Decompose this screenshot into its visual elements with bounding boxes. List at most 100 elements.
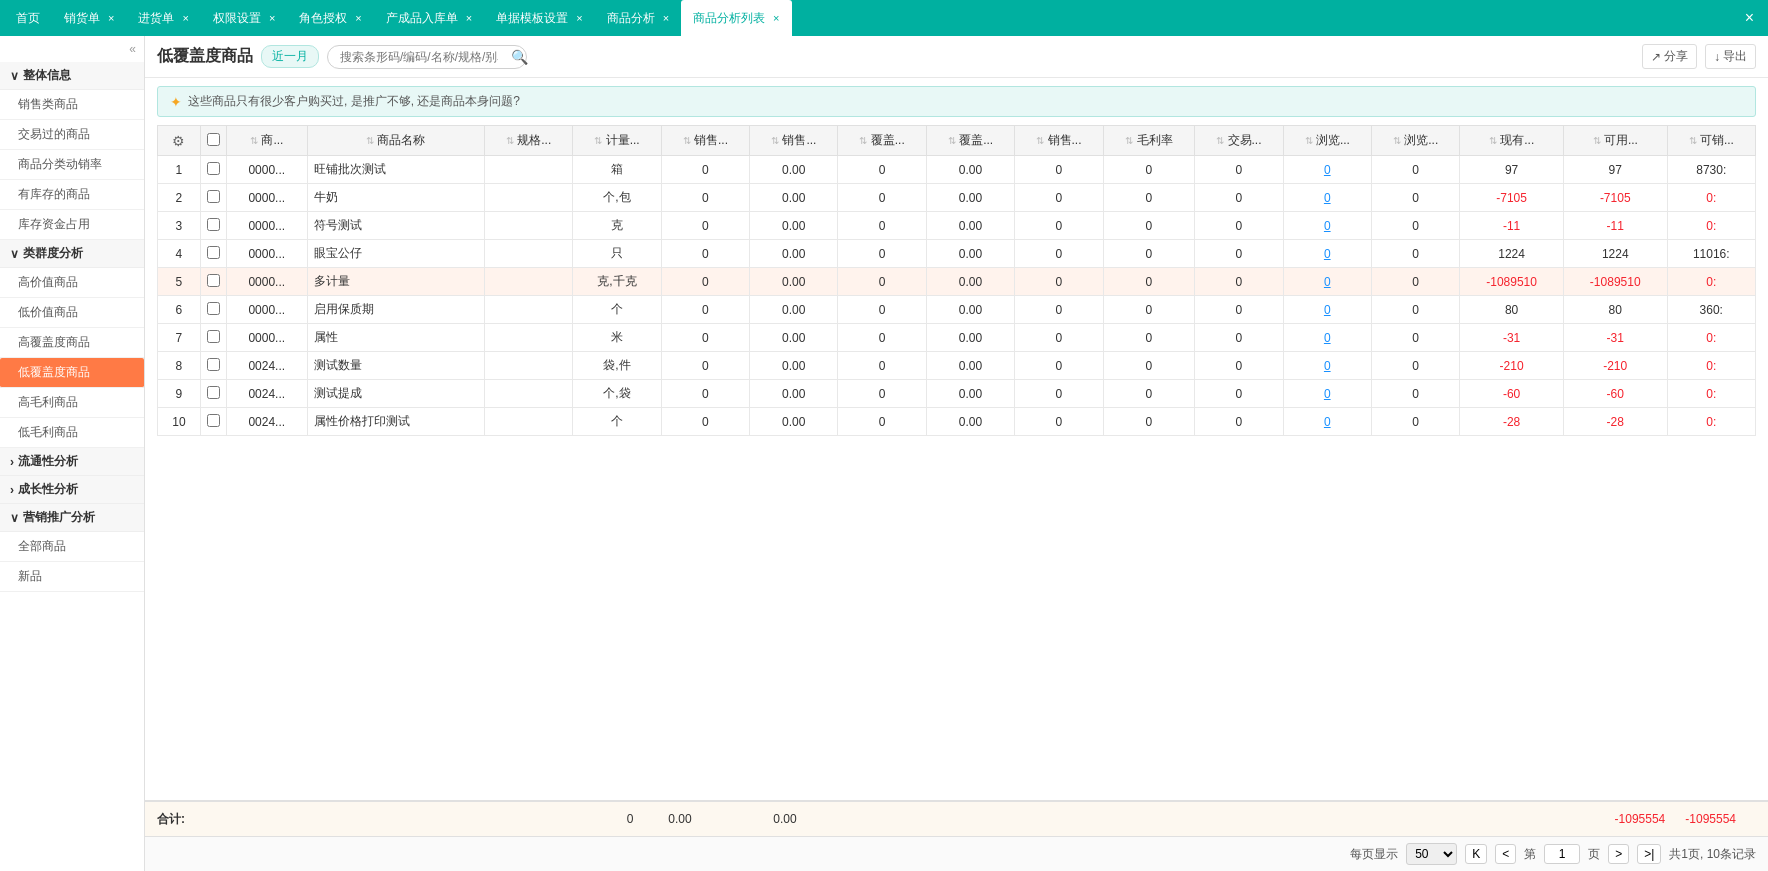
cell-browse1[interactable]: 0	[1283, 296, 1371, 324]
sidebar-group-liquidity[interactable]: › 流通性分析	[0, 448, 144, 476]
sidebar-group-marketing[interactable]: ∨ 营销推广分析	[0, 504, 144, 532]
nav-doc-template-close[interactable]: ×	[576, 0, 582, 36]
nav-product-analysis-list[interactable]: 商品分析列表 ×	[681, 0, 791, 36]
table-row: 7 0000... 属性 米 0 0.00 0 0.00 0 0 0 0 0 -…	[158, 324, 1756, 352]
cell-checkbox[interactable]	[200, 184, 226, 212]
sidebar-item-all-goods[interactable]: 全部商品	[0, 532, 144, 562]
nav-permissions[interactable]: 权限设置 ×	[201, 0, 287, 36]
select-all-checkbox[interactable]	[207, 133, 220, 146]
cell-browse1[interactable]: 0	[1283, 268, 1371, 296]
th-name: ⇅ 商品名称	[307, 126, 484, 156]
sidebar-group-class-analysis[interactable]: ∨ 类群度分析	[0, 240, 144, 268]
row-checkbox[interactable]	[207, 274, 220, 287]
cell-browse1[interactable]: 0	[1283, 156, 1371, 184]
nav-close-all[interactable]: ×	[1735, 9, 1764, 27]
sidebar-item-low-coverage[interactable]: 低覆盖度商品	[0, 358, 144, 388]
cell-num: 7	[158, 324, 201, 352]
footer-last-btn[interactable]: >|	[1637, 844, 1661, 864]
cell-checkbox[interactable]	[200, 380, 226, 408]
cell-num: 5	[158, 268, 201, 296]
cell-current: -7105	[1460, 184, 1564, 212]
cell-name: 多计量	[307, 268, 484, 296]
cell-checkbox[interactable]	[200, 212, 226, 240]
chevron-down-icon5: ∨	[10, 511, 19, 525]
nav-sales-close[interactable]: ×	[108, 0, 114, 36]
sidebar-item-high-value[interactable]: 高价值商品	[0, 268, 144, 298]
nav-doc-template[interactable]: 单据模板设置 ×	[484, 0, 594, 36]
row-checkbox[interactable]	[207, 358, 220, 371]
sidebar-item-sales-goods[interactable]: 销售类商品	[0, 90, 144, 120]
cell-trade: 0	[1195, 408, 1283, 436]
row-checkbox[interactable]	[207, 246, 220, 259]
row-checkbox[interactable]	[207, 330, 220, 343]
cell-code: 0000...	[226, 212, 307, 240]
sidebar-item-low-value[interactable]: 低价值商品	[0, 298, 144, 328]
share-button[interactable]: ↗ 分享	[1642, 44, 1697, 69]
cell-checkbox[interactable]	[200, 156, 226, 184]
nav-product-inbound[interactable]: 产成品入库单 ×	[374, 0, 484, 36]
th-settings[interactable]: ⚙	[158, 126, 201, 156]
cell-browse1[interactable]: 0	[1283, 408, 1371, 436]
row-checkbox[interactable]	[207, 414, 220, 427]
footer-per-page-select[interactable]: 50 20 100 200	[1406, 843, 1457, 865]
cell-checkbox[interactable]	[200, 324, 226, 352]
nav-product-inbound-close[interactable]: ×	[466, 0, 472, 36]
sidebar-group-growth[interactable]: › 成长性分析	[0, 476, 144, 504]
footer-first-btn[interactable]: K	[1465, 844, 1487, 864]
sidebar-item-traded-goods[interactable]: 交易过的商品	[0, 120, 144, 150]
nav-role-auth[interactable]: 角色授权 ×	[287, 0, 373, 36]
nav-role-auth-close[interactable]: ×	[355, 0, 361, 36]
sidebar-item-high-coverage[interactable]: 高覆盖度商品	[0, 328, 144, 358]
sidebar-item-category-sales-rate[interactable]: 商品分类动销率	[0, 150, 144, 180]
cell-browse1[interactable]: 0	[1283, 240, 1371, 268]
nav-product-analysis[interactable]: 商品分析 ×	[595, 0, 681, 36]
sidebar-group-overall[interactable]: ∨ 整体信息	[0, 62, 144, 90]
sidebar-item-inventory-capital[interactable]: 库存资金占用	[0, 210, 144, 240]
sidebar-item-in-stock[interactable]: 有库存的商品	[0, 180, 144, 210]
nav-sales[interactable]: 销货单 ×	[52, 0, 126, 36]
sidebar-item-high-margin[interactable]: 高毛利商品	[0, 388, 144, 418]
footer-prev-btn[interactable]: <	[1495, 844, 1516, 864]
cell-checkbox[interactable]	[200, 268, 226, 296]
nav-product-analysis-close[interactable]: ×	[663, 0, 669, 36]
cell-coverage2: 0.00	[926, 380, 1014, 408]
footer-page-end-label: 页	[1588, 846, 1600, 863]
nav-home[interactable]: 首页	[4, 0, 52, 36]
sidebar-item-low-margin[interactable]: 低毛利商品	[0, 418, 144, 448]
footer-page-input[interactable]	[1544, 844, 1580, 864]
cell-checkbox[interactable]	[200, 352, 226, 380]
row-checkbox[interactable]	[207, 162, 220, 175]
nav-permissions-close[interactable]: ×	[269, 0, 275, 36]
sort-icon: ⇅	[250, 135, 258, 146]
cell-code: 0000...	[226, 156, 307, 184]
nav-purchase[interactable]: 进货单 ×	[126, 0, 200, 36]
cell-name: 测试提成	[307, 380, 484, 408]
export-button[interactable]: ↓ 导出	[1705, 44, 1756, 69]
cell-checkbox[interactable]	[200, 240, 226, 268]
cell-browse1[interactable]: 0	[1283, 352, 1371, 380]
cell-browse1[interactable]: 0	[1283, 380, 1371, 408]
row-checkbox[interactable]	[207, 190, 220, 203]
sort-icon9: ⇅	[1036, 135, 1044, 146]
row-checkbox[interactable]	[207, 386, 220, 399]
nav-product-analysis-list-close[interactable]: ×	[773, 0, 779, 36]
cell-checkbox[interactable]	[200, 408, 226, 436]
sidebar-item-new-goods[interactable]: 新品	[0, 562, 144, 592]
nav-purchase-close[interactable]: ×	[182, 0, 188, 36]
cell-current: 97	[1460, 156, 1564, 184]
search-input[interactable]	[327, 45, 527, 69]
cell-browse1[interactable]: 0	[1283, 184, 1371, 212]
th-browse1: ⇅ 浏览...	[1283, 126, 1371, 156]
row-checkbox[interactable]	[207, 302, 220, 315]
cell-browse1[interactable]: 0	[1283, 324, 1371, 352]
search-icon[interactable]: 🔍	[511, 49, 528, 65]
cell-sales-x: 0	[1015, 324, 1103, 352]
cell-checkbox[interactable]	[200, 296, 226, 324]
sidebar-collapse-btn[interactable]: «	[0, 36, 144, 62]
row-checkbox[interactable]	[207, 218, 220, 231]
cell-unit: 米	[573, 324, 661, 352]
sidebar: « ∨ 整体信息 销售类商品 交易过的商品 商品分类动销率 有库存的商品 库存资…	[0, 36, 145, 871]
period-tag-btn[interactable]: 近一月	[261, 45, 319, 68]
footer-next-btn[interactable]: >	[1608, 844, 1629, 864]
cell-browse1[interactable]: 0	[1283, 212, 1371, 240]
